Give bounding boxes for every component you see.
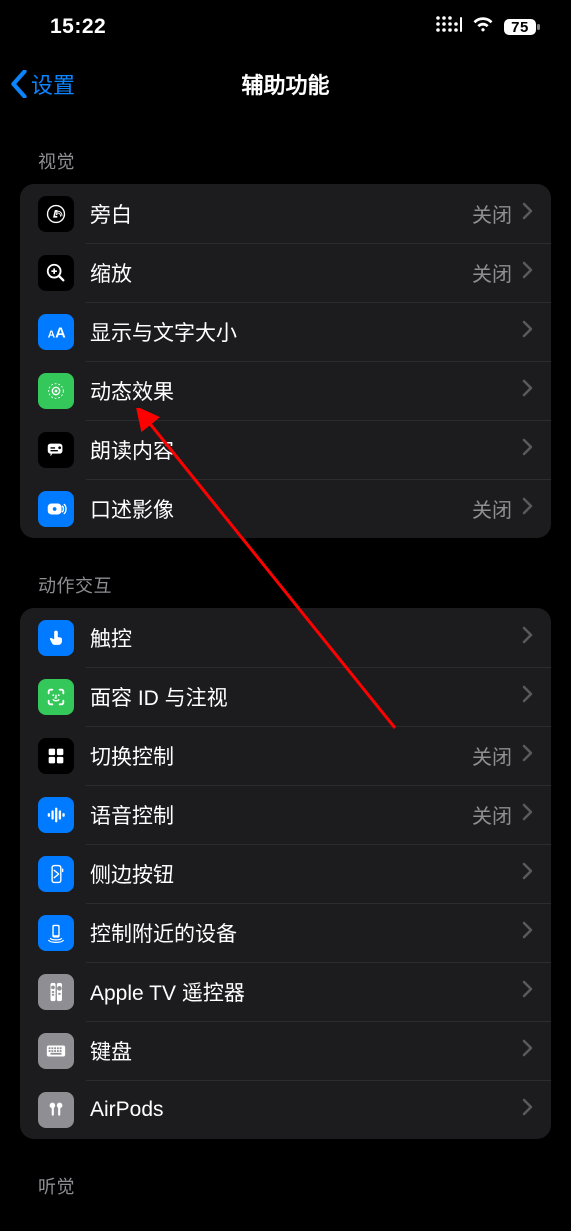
touch-icon: [38, 620, 74, 656]
textsize-icon: AA: [38, 314, 74, 350]
settings-row-voiceover[interactable]: 旁白关闭: [20, 184, 551, 243]
section-header: 听觉: [38, 1173, 551, 1199]
settings-row-side-button[interactable]: 侧边按钮: [20, 844, 551, 903]
row-label: 口述影像: [90, 494, 472, 524]
settings-card: 旁白关闭缩放关闭AA显示与文字大小动态效果朗读内容口述影像关闭: [20, 184, 551, 538]
settings-row-appletv[interactable]: Apple TV 遥控器: [20, 962, 551, 1021]
row-label: 触控: [90, 623, 522, 653]
wifi-icon: [472, 15, 494, 39]
settings-row-spoken[interactable]: 朗读内容: [20, 420, 551, 479]
battery-percent: 75: [505, 19, 535, 36]
chevron-right-icon: [522, 626, 533, 649]
row-label: 朗读内容: [90, 435, 522, 465]
svg-text:A: A: [55, 325, 66, 341]
row-label: 动态效果: [90, 376, 522, 406]
switch-icon: [38, 738, 74, 774]
chevron-right-icon: [522, 803, 533, 826]
chevron-right-icon: [522, 438, 533, 461]
settings-row-audio-desc[interactable]: 口述影像关闭: [20, 479, 551, 538]
status-bar: 15:22 75: [0, 0, 571, 54]
row-label: 旁白: [90, 199, 472, 229]
back-label: 设置: [31, 68, 75, 100]
settings-row-airpods[interactable]: AirPods: [20, 1080, 551, 1139]
page-title: 辅助功能: [0, 68, 571, 100]
chevron-right-icon: [522, 980, 533, 1003]
row-label: Apple TV 遥控器: [90, 977, 522, 1007]
settings-card: 触控面容 ID 与注视切换控制关闭语音控制关闭侧边按钮控制附近的设备Apple …: [20, 608, 551, 1139]
chevron-right-icon: [522, 744, 533, 767]
chevron-right-icon: [522, 261, 533, 284]
chevron-left-icon: [10, 70, 28, 98]
speech-icon: [38, 432, 74, 468]
audiodesc-icon: [38, 491, 74, 527]
chevron-right-icon: [522, 862, 533, 885]
chevron-right-icon: [522, 1098, 533, 1121]
settings-row-zoom[interactable]: 缩放关闭: [20, 243, 551, 302]
row-value: 关闭: [472, 258, 512, 287]
row-label: 键盘: [90, 1036, 522, 1066]
battery-indicator: 75: [503, 18, 541, 36]
faceid-icon: [38, 679, 74, 715]
settings-row-motion[interactable]: 动态效果: [20, 361, 551, 420]
section-header: 动作交互: [38, 572, 551, 598]
nearby-icon: [38, 915, 74, 951]
row-value: 关闭: [472, 494, 512, 523]
settings-row-nearby[interactable]: 控制附近的设备: [20, 903, 551, 962]
voicectrl-icon: [38, 797, 74, 833]
row-label: 显示与文字大小: [90, 317, 522, 347]
nav-bar: 设置 辅助功能: [0, 54, 571, 114]
signal-icon: [436, 15, 463, 39]
row-value: 关闭: [472, 741, 512, 770]
zoom-icon: [38, 255, 74, 291]
row-label: 控制附近的设备: [90, 918, 522, 948]
voiceover-icon: [38, 196, 74, 232]
chevron-right-icon: [522, 1039, 533, 1062]
row-label: 侧边按钮: [90, 859, 522, 889]
airpods-icon: [38, 1092, 74, 1128]
back-button[interactable]: 设置: [10, 68, 75, 100]
motion-icon: [38, 373, 74, 409]
status-indicators: 75: [436, 15, 541, 39]
tvremote-icon: [38, 974, 74, 1010]
chevron-right-icon: [522, 202, 533, 225]
chevron-right-icon: [522, 379, 533, 402]
chevron-right-icon: [522, 320, 533, 343]
settings-row-switch-control[interactable]: 切换控制关闭: [20, 726, 551, 785]
settings-row-faceid[interactable]: 面容 ID 与注视: [20, 667, 551, 726]
section-header: 视觉: [38, 148, 551, 174]
row-label: 缩放: [90, 258, 472, 288]
settings-row-touch[interactable]: 触控: [20, 608, 551, 667]
settings-row-display-text[interactable]: AA 显示与文字大小: [20, 302, 551, 361]
row-label: 语音控制: [90, 800, 472, 830]
chevron-right-icon: [522, 497, 533, 520]
settings-row-keyboard[interactable]: 键盘: [20, 1021, 551, 1080]
sidebtn-icon: [38, 856, 74, 892]
status-time: 15:22: [50, 15, 106, 39]
keyboard-icon: [38, 1033, 74, 1069]
row-value: 关闭: [472, 199, 512, 228]
row-label: 切换控制: [90, 741, 472, 771]
chevron-right-icon: [522, 921, 533, 944]
chevron-right-icon: [522, 685, 533, 708]
settings-row-voice-control[interactable]: 语音控制关闭: [20, 785, 551, 844]
row-label: AirPods: [90, 1098, 522, 1122]
row-label: 面容 ID 与注视: [90, 682, 522, 712]
row-value: 关闭: [472, 800, 512, 829]
